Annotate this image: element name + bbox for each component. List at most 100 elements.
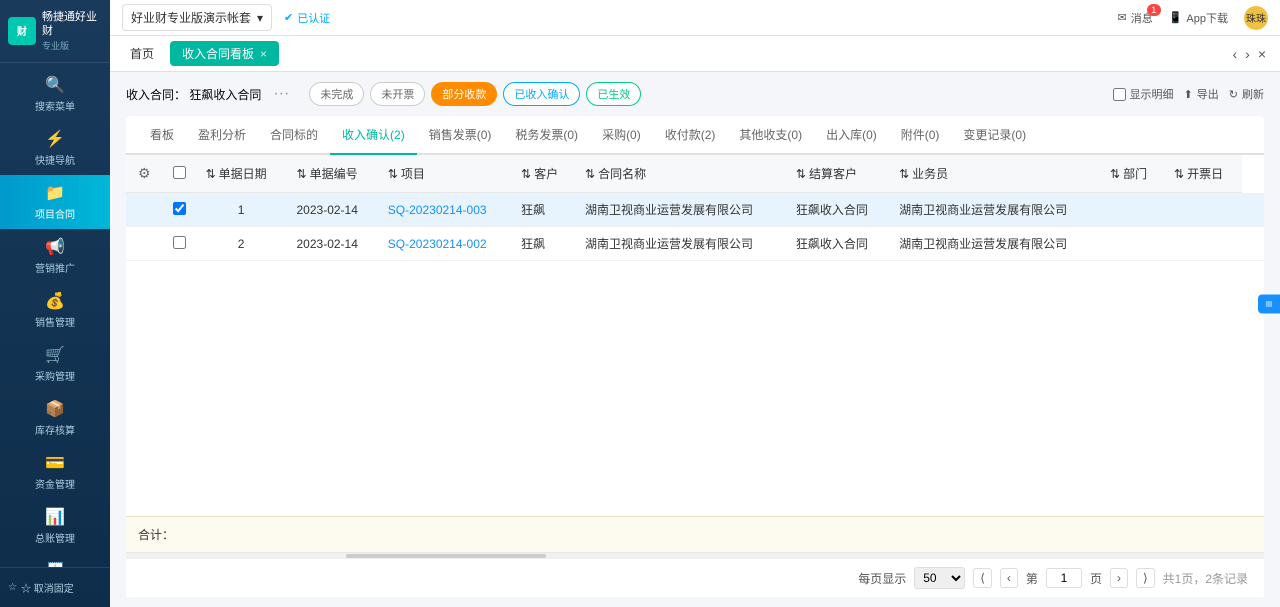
th-department[interactable]: ⇅ 部门 <box>1100 155 1164 193</box>
cell-salesperson <box>1100 227 1164 261</box>
tab-销售发票(0)[interactable]: 销售发票(0) <box>417 116 504 155</box>
sidebar-item-销售管理[interactable]: 💰销售管理 <box>0 283 110 337</box>
sidebar-item-资金管理[interactable]: 💳资金管理 <box>0 445 110 499</box>
cell-number[interactable]: SQ-20230214-002 <box>378 227 511 261</box>
message-button[interactable]: ✉ 消息 1 <box>1118 10 1153 26</box>
tab-变更记录(0)[interactable]: 变更记录(0) <box>951 116 1038 155</box>
tab-附件(0)[interactable]: 附件(0) <box>889 116 952 155</box>
tab-看板[interactable]: 看板 <box>138 116 186 155</box>
status-btn-未完成[interactable]: 未完成 <box>309 82 364 106</box>
cell-project: 狂飙 <box>511 227 575 261</box>
th-number[interactable]: ⇅ 单据编号 <box>287 155 378 193</box>
refresh-button[interactable]: ↻ 刷新 <box>1229 86 1264 102</box>
first-page-button[interactable]: ⟨ <box>973 568 992 588</box>
tab-盈利分析[interactable]: 盈利分析 <box>186 116 258 155</box>
per-page-label: 每页显示 <box>858 570 906 587</box>
sidebar-item-采购管理[interactable]: 🛒采购管理 <box>0 337 110 391</box>
page-area: 收入合同： 狂飙收入合同 ··· 未完成未开票部分收款已收入确认已生效 显示明细… <box>110 72 1280 607</box>
table-container[interactable]: ⚙ ⇅ 单据日期 ⇅ 单据编号 ⇅ 项目 ⇅ 客户 ⇅ 合同名称 ⇅ 结算客户 … <box>126 155 1264 516</box>
sidebar-item-营销推广[interactable]: 📢营销推广 <box>0 229 110 283</box>
unpin-label: ☆ 取消固定 <box>21 580 74 595</box>
tab-采购(0)[interactable]: 采购(0) <box>590 116 653 155</box>
contract-board-tab[interactable]: 收入合同看板 × <box>170 41 279 66</box>
contract-header: 收入合同： 狂飙收入合同 ··· 未完成未开票部分收款已收入确认已生效 显示明细… <box>126 82 1264 106</box>
tab-其他收支(0)[interactable]: 其他收支(0) <box>727 116 814 155</box>
th-date[interactable]: ⇅ 单据日期 <box>196 155 287 193</box>
avatar: 珠珠 <box>1244 6 1268 30</box>
status-btn-已生效[interactable]: 已生效 <box>586 82 641 106</box>
company-selector[interactable]: 好业财专业版演示帐套 ▾ <box>122 4 272 31</box>
side-float-panel[interactable]: ≡ <box>1258 294 1280 313</box>
sidebar-nav: 🔍搜索菜单⚡快捷导航📁项目合同📢营销推广💰销售管理🛒采购管理📦库存核算💳资金管理… <box>0 63 110 567</box>
th-project-label: 项目 <box>401 165 425 182</box>
th-customer[interactable]: ⇅ 客户 <box>511 155 575 193</box>
user-avatar-button[interactable]: 珠珠 <box>1244 6 1268 30</box>
header-actions: 显示明细 ⬆ 导出 ↻ 刷新 <box>1113 86 1264 102</box>
sidebar-item-搜索菜单[interactable]: 🔍搜索菜单 <box>0 67 110 121</box>
chevron-down-icon: ▾ <box>257 11 263 25</box>
logo-sub: 专业版 <box>42 39 102 52</box>
table-row[interactable]: 1 2023-02-14 SQ-20230214-003 狂飙 湖南卫视商业运营… <box>126 193 1264 227</box>
number-link[interactable]: SQ-20230214-002 <box>388 237 487 251</box>
cell-settle-customer: 湖南卫视商业运营发展有限公司 <box>889 227 1100 261</box>
cell-department <box>1164 193 1241 227</box>
sidebar-item-项目合同[interactable]: 📁项目合同 <box>0 175 110 229</box>
th-salesperson[interactable]: ⇅ 业务员 <box>889 155 1100 193</box>
tabbar: 首页 收入合同看板 × ‹ › × <box>110 36 1280 72</box>
number-link[interactable]: SQ-20230214-003 <box>388 203 487 217</box>
th-open-date[interactable]: ⇅ 开票日 <box>1164 155 1241 193</box>
topbar: 好业财专业版演示帐套 ▾ ✔ 已认证 ✉ 消息 1 📱 App下载 珠珠 <box>110 0 1280 36</box>
sidebar-item-快捷导航[interactable]: ⚡快捷导航 <box>0 121 110 175</box>
sidebar-item-总账管理[interactable]: 📊总账管理 <box>0 499 110 553</box>
cell-number[interactable]: SQ-20230214-003 <box>378 193 511 227</box>
sidebar-bottom[interactable]: ☆ ☆ 取消固定 <box>0 567 110 607</box>
page-size-select[interactable]: 2050100 <box>914 567 965 589</box>
th-settle-customer[interactable]: ⇅ 结算客户 <box>786 155 889 193</box>
message-icon: ✉ <box>1118 11 1127 24</box>
more-icon[interactable]: ··· <box>273 85 289 103</box>
tab-nav-right-button[interactable]: › <box>1243 44 1252 64</box>
tab-收付款(2)[interactable]: 收付款(2) <box>653 116 728 155</box>
side-panel-icon: ≡ <box>1262 300 1276 307</box>
th-project[interactable]: ⇅ 项目 <box>378 155 511 193</box>
data-table: ⚙ ⇅ 单据日期 ⇅ 单据编号 ⇅ 项目 ⇅ 客户 ⇅ 合同名称 ⇅ 结算客户 … <box>126 155 1264 261</box>
close-tab-icon[interactable]: × <box>260 47 267 61</box>
scroll-thumb[interactable] <box>346 554 546 558</box>
total-info: 共1页，2条记录 <box>1163 570 1248 587</box>
sum-label: 合计： <box>138 526 174 543</box>
row-checkbox-cell[interactable] <box>163 193 196 227</box>
tab-收入确认(2)[interactable]: 收入确认(2) <box>330 116 417 155</box>
status-btn-未开票[interactable]: 未开票 <box>370 82 425 106</box>
row-checkbox-cell[interactable] <box>163 227 196 261</box>
tab-税务发票(0)[interactable]: 税务发票(0) <box>503 116 590 155</box>
next-page-button[interactable]: › <box>1110 568 1128 588</box>
status-btn-部分收款[interactable]: 部分收款 <box>431 82 497 106</box>
status-btn-已收入确认[interactable]: 已收入确认 <box>503 82 580 106</box>
tab-nav-close-button[interactable]: × <box>1256 44 1268 64</box>
export-button[interactable]: ⬆ 导出 <box>1184 86 1219 102</box>
show-detail-checkbox[interactable]: 显示明细 <box>1113 86 1174 102</box>
tab-合同标的[interactable]: 合同标的 <box>258 116 330 155</box>
app-download-button[interactable]: 📱 App下载 <box>1169 10 1228 26</box>
th-department-label: 部门 <box>1123 165 1147 182</box>
table-row[interactable]: 2 2023-02-14 SQ-20230214-002 狂飙 湖南卫视商业运营… <box>126 227 1264 261</box>
page-number-input[interactable] <box>1046 568 1082 588</box>
table-header: ⚙ ⇅ 单据日期 ⇅ 单据编号 ⇅ 项目 ⇅ 客户 ⇅ 合同名称 ⇅ 结算客户 … <box>126 155 1264 193</box>
home-tab[interactable]: 首页 <box>122 45 162 62</box>
row-checkbox[interactable] <box>173 236 186 249</box>
tab-nav-left-button[interactable]: ‹ <box>1230 44 1239 64</box>
sidebar-item-库存核算[interactable]: 📦库存核算 <box>0 391 110 445</box>
sidebar-item-发票管理[interactable]: 🧾发票管理 <box>0 553 110 567</box>
show-detail-input[interactable] <box>1113 88 1126 101</box>
select-all-checkbox[interactable] <box>173 166 186 179</box>
last-page-button[interactable]: ⟩ <box>1136 568 1155 588</box>
row-checkbox[interactable] <box>173 202 186 215</box>
th-customer-label: 客户 <box>534 165 558 182</box>
th-contract-name[interactable]: ⇅ 合同名称 <box>575 155 786 193</box>
settings-gear-icon[interactable]: ⚙ <box>136 163 153 184</box>
cell-open-date <box>1242 227 1265 261</box>
prev-page-button[interactable]: ‹ <box>1000 568 1018 588</box>
unpin-button[interactable]: ☆ ☆ 取消固定 <box>8 576 102 599</box>
sidebar: 财 畅捷通好业财 专业版 🔍搜索菜单⚡快捷导航📁项目合同📢营销推广💰销售管理🛒采… <box>0 0 110 607</box>
tab-出入库(0)[interactable]: 出入库(0) <box>814 116 889 155</box>
